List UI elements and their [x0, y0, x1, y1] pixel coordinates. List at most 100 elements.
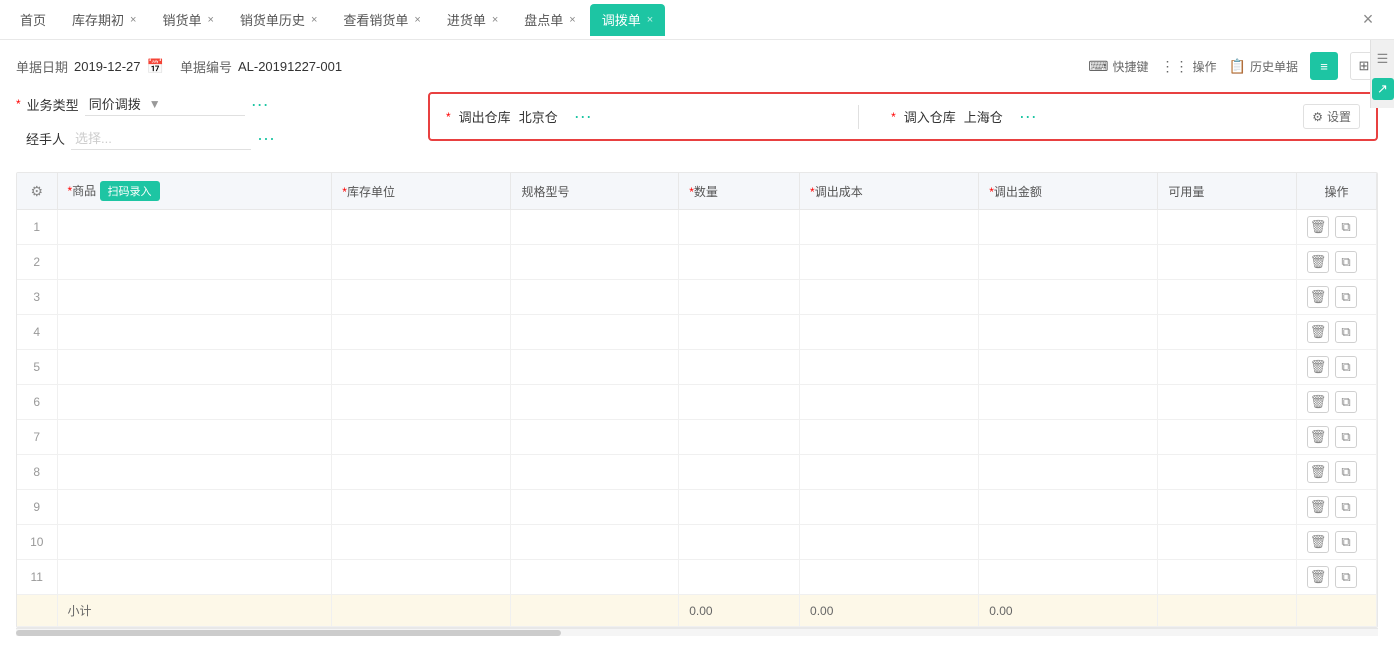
- spec-cell[interactable]: [511, 245, 679, 280]
- tab-sales-history[interactable]: 销货单历史 ×: [228, 4, 329, 36]
- qty-cell[interactable]: [679, 245, 800, 280]
- copy-icon[interactable]: ⧉: [1335, 251, 1357, 273]
- copy-icon[interactable]: ⧉: [1335, 321, 1357, 343]
- unit-cell[interactable]: [332, 280, 511, 315]
- product-cell[interactable]: [57, 385, 332, 420]
- delete-icon[interactable]: 🗑: [1307, 496, 1329, 518]
- copy-icon[interactable]: ⧉: [1335, 461, 1357, 483]
- available-cell[interactable]: [1158, 315, 1297, 350]
- amount-cell[interactable]: [979, 385, 1158, 420]
- cost-cell[interactable]: [800, 245, 979, 280]
- sidebar-list-icon[interactable]: ☰: [1372, 48, 1394, 70]
- qty-cell[interactable]: [679, 350, 800, 385]
- unit-cell[interactable]: [332, 420, 511, 455]
- delete-icon[interactable]: 🗑: [1307, 321, 1329, 343]
- handler-input[interactable]: 选择...: [71, 126, 251, 150]
- biz-type-more-icon[interactable]: ···: [251, 94, 269, 115]
- unit-cell[interactable]: [332, 315, 511, 350]
- cost-cell[interactable]: [800, 280, 979, 315]
- qty-cell[interactable]: [679, 420, 800, 455]
- calendar-icon[interactable]: 📅: [147, 58, 164, 75]
- cost-cell[interactable]: [800, 385, 979, 420]
- spec-cell[interactable]: [511, 420, 679, 455]
- qty-cell[interactable]: [679, 560, 800, 595]
- available-cell[interactable]: [1158, 420, 1297, 455]
- unit-cell[interactable]: [332, 385, 511, 420]
- cost-cell[interactable]: [800, 455, 979, 490]
- qty-cell[interactable]: [679, 210, 800, 245]
- unit-cell[interactable]: [332, 245, 511, 280]
- settings-button[interactable]: ⚙ 设置: [1303, 104, 1360, 129]
- window-close-button[interactable]: ×: [1350, 2, 1386, 38]
- amount-cell[interactable]: [979, 455, 1158, 490]
- tab-transfer-order-close[interactable]: ×: [647, 14, 653, 26]
- amount-cell[interactable]: [979, 525, 1158, 560]
- copy-icon[interactable]: ⧉: [1335, 496, 1357, 518]
- spec-cell[interactable]: [511, 385, 679, 420]
- tab-purchase-order[interactable]: 进货单 ×: [435, 4, 510, 36]
- history-button[interactable]: 📋 历史单据: [1229, 58, 1298, 75]
- tab-purchase-order-close[interactable]: ×: [492, 14, 498, 26]
- product-cell[interactable]: [57, 490, 332, 525]
- unit-cell[interactable]: [332, 455, 511, 490]
- tab-transfer-order[interactable]: 调拨单 ×: [590, 4, 665, 36]
- spec-cell[interactable]: [511, 315, 679, 350]
- delete-icon[interactable]: 🗑: [1307, 286, 1329, 308]
- amount-cell[interactable]: [979, 210, 1158, 245]
- delete-icon[interactable]: 🗑: [1307, 216, 1329, 238]
- product-cell[interactable]: [57, 210, 332, 245]
- spec-cell[interactable]: [511, 210, 679, 245]
- amount-cell[interactable]: [979, 420, 1158, 455]
- table-settings-icon[interactable]: ⚙: [30, 183, 43, 199]
- available-cell[interactable]: [1158, 280, 1297, 315]
- tab-inventory-check-close[interactable]: ×: [569, 14, 575, 26]
- copy-icon[interactable]: ⧉: [1335, 391, 1357, 413]
- amount-cell[interactable]: [979, 490, 1158, 525]
- amount-cell[interactable]: [979, 245, 1158, 280]
- shortcut-button[interactable]: ⌨ 快捷键: [1088, 58, 1148, 75]
- cost-cell[interactable]: [800, 350, 979, 385]
- amount-cell[interactable]: [979, 560, 1158, 595]
- cost-cell[interactable]: [800, 315, 979, 350]
- tab-inventory-init[interactable]: 库存期初 ×: [60, 4, 148, 36]
- cost-cell[interactable]: [800, 560, 979, 595]
- spec-cell[interactable]: [511, 455, 679, 490]
- horizontal-scrollbar[interactable]: [16, 628, 1378, 636]
- tab-sales-order[interactable]: 销货单 ×: [150, 4, 225, 36]
- biz-type-input[interactable]: 同价调拨 ▼: [85, 92, 245, 116]
- copy-icon[interactable]: ⧉: [1335, 426, 1357, 448]
- delete-icon[interactable]: 🗑: [1307, 426, 1329, 448]
- spec-cell[interactable]: [511, 560, 679, 595]
- list-view-button[interactable]: ≡: [1310, 52, 1338, 80]
- copy-icon[interactable]: ⧉: [1335, 216, 1357, 238]
- operation-button[interactable]: ⋮⋮ 操作: [1161, 58, 1217, 75]
- spec-cell[interactable]: [511, 525, 679, 560]
- copy-icon[interactable]: ⧉: [1335, 286, 1357, 308]
- sidebar-export-icon[interactable]: ↗: [1372, 78, 1394, 100]
- qty-cell[interactable]: [679, 385, 800, 420]
- unit-cell[interactable]: [332, 525, 511, 560]
- unit-cell[interactable]: [332, 210, 511, 245]
- in-warehouse-more-icon[interactable]: ···: [1019, 106, 1037, 127]
- available-cell[interactable]: [1158, 245, 1297, 280]
- biz-type-dropdown-icon[interactable]: ▼: [149, 97, 161, 111]
- qty-cell[interactable]: [679, 280, 800, 315]
- delete-icon[interactable]: 🗑: [1307, 531, 1329, 553]
- cost-cell[interactable]: [800, 490, 979, 525]
- tab-inventory-check[interactable]: 盘点单 ×: [512, 4, 587, 36]
- product-cell[interactable]: [57, 560, 332, 595]
- handler-more-icon[interactable]: ···: [257, 128, 275, 149]
- delete-icon[interactable]: 🗑: [1307, 461, 1329, 483]
- qty-cell[interactable]: [679, 455, 800, 490]
- spec-cell[interactable]: [511, 350, 679, 385]
- product-cell[interactable]: [57, 280, 332, 315]
- delete-icon[interactable]: 🗑: [1307, 251, 1329, 273]
- spec-cell[interactable]: [511, 490, 679, 525]
- scrollbar-thumb[interactable]: [16, 630, 561, 636]
- cost-cell[interactable]: [800, 420, 979, 455]
- tab-view-sales-close[interactable]: ×: [414, 14, 420, 26]
- delete-icon[interactable]: 🗑: [1307, 391, 1329, 413]
- unit-cell[interactable]: [332, 350, 511, 385]
- qty-cell[interactable]: [679, 490, 800, 525]
- available-cell[interactable]: [1158, 385, 1297, 420]
